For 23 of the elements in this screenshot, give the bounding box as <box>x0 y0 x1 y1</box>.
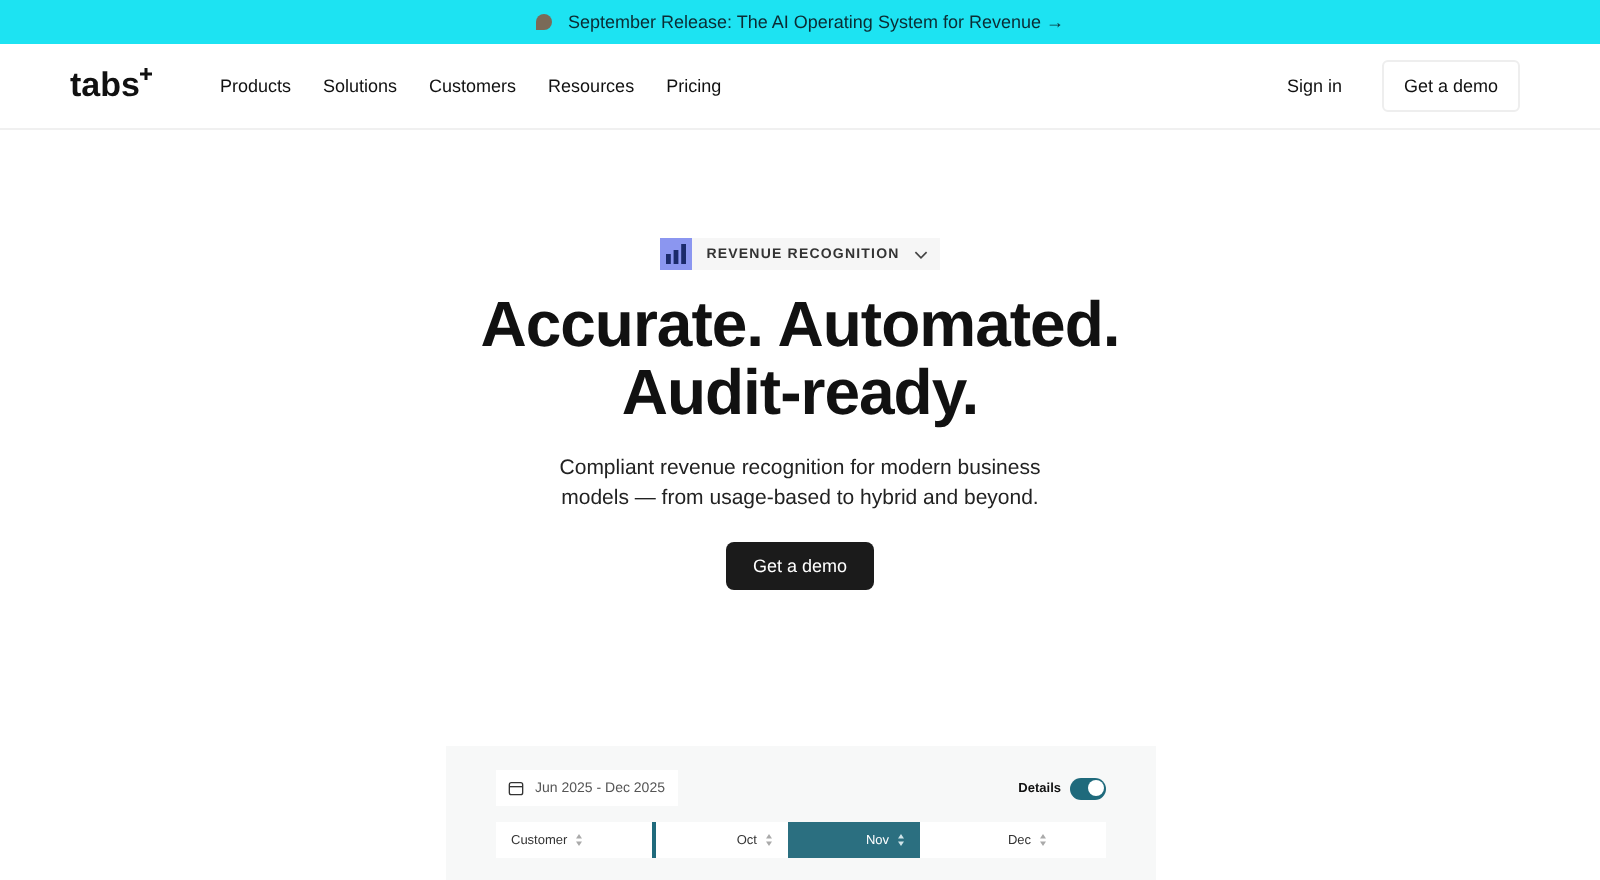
nav-link[interactable]: Customers <box>429 76 517 96</box>
announcement-banner[interactable]: September Release: The AI Operating System for Revenue → <box>0 0 1600 44</box>
get-demo-button[interactable]: Get a demo <box>726 542 874 590</box>
get-demo-button[interactable]: Get a demo <box>1381 60 1520 112</box>
subtitle: Compliant revenue recognition for modern business models — from usage-based to hybrid and beyond. <box>557 454 1043 514</box>
nav-link[interactable]: Products <box>219 76 291 96</box>
headline: Audit-ready. <box>621 358 979 426</box>
sort-icon <box>1039 834 1045 846</box>
logo[interactable]: tabs <box>70 66 152 106</box>
nav-link[interactable]: Pricing <box>666 76 722 96</box>
plus-icon <box>139 68 152 80</box>
headline: Accurate. Automated. <box>480 290 1120 358</box>
bar-chart-icon <box>660 238 693 270</box>
sign-in-link[interactable]: Sign in <box>1286 76 1342 96</box>
nav-link[interactable]: Resources <box>548 76 635 96</box>
calendar-icon <box>507 780 523 796</box>
sort-icon <box>897 834 903 846</box>
banner-text[interactable]: September Release: The AI Operating System for Revenue → <box>568 12 1064 32</box>
nav-link[interactable]: Solutions <box>323 76 398 96</box>
sort-icon <box>575 834 582 846</box>
sort-icon <box>765 834 771 846</box>
chevron-down-icon <box>913 249 928 259</box>
details-toggle[interactable] <box>1069 777 1105 799</box>
